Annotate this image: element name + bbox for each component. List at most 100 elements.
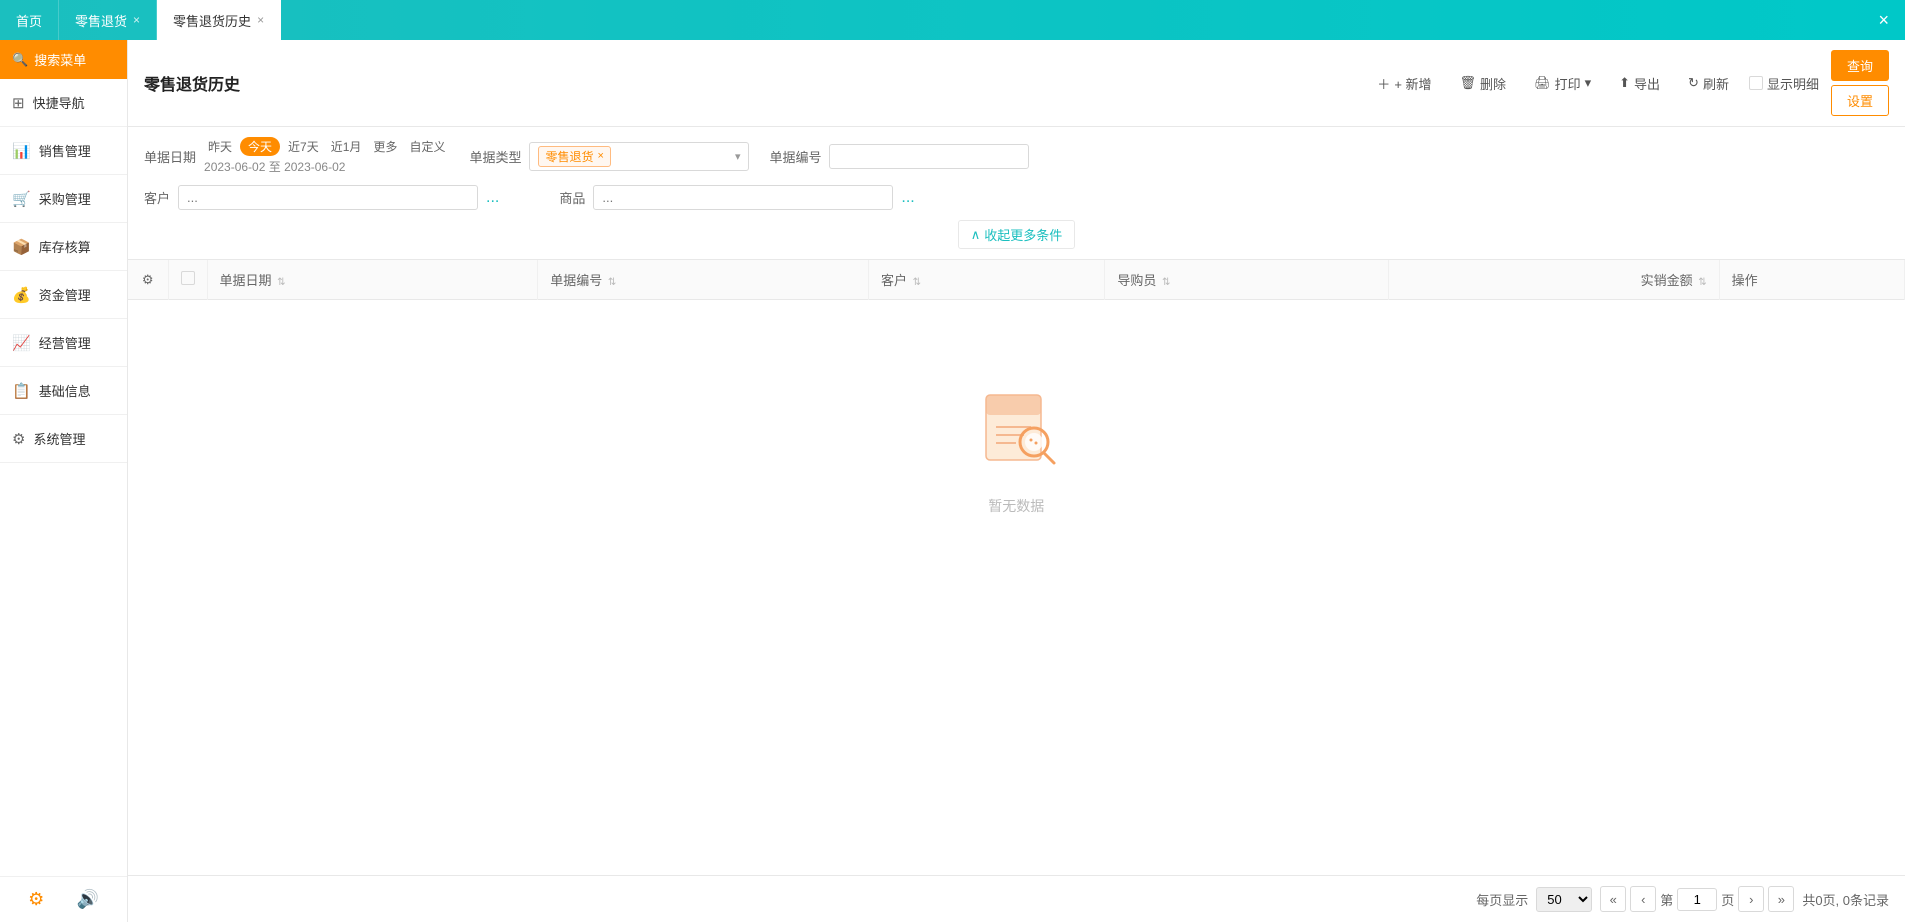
settings-button[interactable]: 设置 [1831,85,1889,116]
empty-state-illustration [966,380,1066,480]
sidebar-item-finance[interactable]: 💰 资金管理 [0,271,127,319]
sidebar-search[interactable]: 🔍 搜索菜单 [0,40,127,79]
next-page-button[interactable]: › [1738,886,1764,912]
sort-amount-icon: ⇅ [1698,277,1706,288]
sidebar-item-inventory[interactable]: 📦 库存核算 [0,223,127,271]
prev-page-button[interactable]: ‹ [1630,886,1656,912]
col-doc-no[interactable]: 单据编号 ⇅ [538,260,869,300]
print-icon: 🖨 [1534,75,1551,91]
col-operation: 操作 [1719,260,1904,300]
col-amount-label: 实销金额 [1641,273,1693,288]
doc-no-filter-item: 单据编号 [769,144,1029,169]
checkbox-display-detail[interactable] [1749,76,1763,90]
doc-type-filter-item: 单据类型 零售退货 × ▾ [469,142,749,171]
data-table: ⚙ 单据日期 ⇅ 单据编号 ⇅ [128,260,1905,596]
empty-state: 暂无数据 [128,300,1905,596]
window-close-button[interactable]: × [1862,10,1905,31]
display-detail-toggle[interactable]: 显示明细 [1749,74,1819,93]
col-operation-label: 操作 [1732,273,1758,288]
audio-icon[interactable]: 🔊 [76,889,98,910]
sidebar-item-inventory-label: 库存核算 [39,237,91,256]
first-page-button[interactable]: « [1600,886,1626,912]
sort-doc-date-icon: ⇅ [277,277,285,288]
table-header-row: ⚙ 单据日期 ⇅ 单据编号 ⇅ [128,260,1905,300]
doc-type-select[interactable]: 零售退货 × ▾ [529,142,749,171]
page-title: 零售退货历史 [144,71,240,95]
sidebar-item-basic-info[interactable]: 📋 基础信息 [0,367,127,415]
col-doc-date[interactable]: 单据日期 ⇅ [207,260,538,300]
col-guide[interactable]: 导购员 ⇅ [1105,260,1389,300]
sort-customer-icon: ⇅ [913,277,921,288]
col-checkbox [168,260,207,300]
empty-state-text: 暂无数据 [988,496,1044,516]
date-btn-custom[interactable]: 自定义 [405,137,449,156]
sidebar-item-sys-mgmt[interactable]: ⚙ 系统管理 [0,415,127,463]
chart-icon: 📊 [12,142,31,160]
col-doc-no-label: 单据编号 [550,273,602,288]
print-label: 打印 [1555,74,1581,93]
pagination-nav: « ‹ 第 1 页 › » [1600,886,1794,912]
page-label-pre: 第 [1660,890,1673,909]
sidebar-bottom: ⚙ 🔊 [0,876,127,922]
delete-icon: 🗑 [1460,75,1477,91]
doc-no-label: 单据编号 [769,147,821,166]
tab-retail-return-close[interactable]: × [133,13,140,27]
customer-dots-btn[interactable]: ... [486,189,499,207]
collapse-label: 收起更多条件 [984,225,1062,244]
money-icon: 💰 [12,286,31,304]
export-button[interactable]: ⬆ 导出 [1611,70,1668,97]
page-number-input[interactable]: 1 [1677,888,1717,911]
col-settings[interactable]: ⚙ [128,260,168,300]
sidebar-item-quick-nav[interactable]: ⊞ 快捷导航 [0,79,127,127]
gear-icon: ⚙ [12,430,25,448]
delete-button[interactable]: 🗑 删除 [1452,70,1515,97]
date-btn-7days[interactable]: 近7天 [284,137,323,156]
delete-label: 删除 [1480,74,1506,93]
collapse-filter-button[interactable]: ∧ 收起更多条件 [958,220,1076,249]
doc-no-input[interactable] [829,144,1029,169]
doc-type-label: 单据类型 [469,147,521,166]
customer-input[interactable] [178,185,478,210]
tab-retail-return-history[interactable]: 零售退货历史 × [157,0,281,40]
trending-icon: 📈 [12,334,31,352]
add-button[interactable]: ＋ + 新增 [1369,70,1439,97]
sidebar-item-purchase-mgmt[interactable]: 🛒 采购管理 [0,175,127,223]
sidebar-item-sales-mgmt-label: 销售管理 [39,141,91,160]
doc-type-tag-remove[interactable]: × [597,150,603,162]
date-btn-1month[interactable]: 近1月 [327,137,366,156]
date-btn-group: 昨天 今天 近7天 近1月 更多 自定义 [204,137,449,156]
col-customer[interactable]: 客户 ⇅ [869,260,1105,300]
sort-doc-no-icon: ⇅ [608,277,616,288]
sidebar-item-operations[interactable]: 📈 经营管理 [0,319,127,367]
table-settings-icon[interactable]: ⚙ [142,272,154,287]
date-btn-more[interactable]: 更多 [369,137,401,156]
goods-label: 商品 [559,188,585,207]
goods-input[interactable] [593,185,893,210]
query-button[interactable]: 查询 [1831,50,1889,81]
tab-retail-return-history-label: 零售退货历史 [173,11,251,30]
doc-type-tag: 零售退货 × [538,146,610,167]
cart-icon: 🛒 [12,190,31,208]
print-button[interactable]: 🖨 打印 ▾ [1526,70,1599,97]
col-doc-date-label: 单据日期 [220,273,272,288]
refresh-button[interactable]: ↻ 刷新 [1680,70,1737,97]
table-area: ⚙ 单据日期 ⇅ 单据编号 ⇅ [128,260,1905,875]
select-all-checkbox[interactable] [181,271,195,285]
tab-home[interactable]: 首页 [0,0,59,40]
page-size-label: 每页显示 [1476,890,1528,909]
top-bar: 首页 零售退货 × 零售退货历史 × × [0,0,1905,40]
settings-bottom-icon[interactable]: ⚙ [28,889,44,910]
goods-dots-btn[interactable]: ... [901,189,914,207]
col-guide-label: 导购员 [1117,273,1156,288]
sidebar-item-sales-mgmt[interactable]: 📊 销售管理 [0,127,127,175]
total-records-info: 共0页, 0条记录 [1802,890,1889,909]
date-btn-yesterday[interactable]: 昨天 [204,137,236,156]
page-size-select[interactable]: 20 50 100 [1536,887,1592,912]
tab-retail-return[interactable]: 零售退货 × [59,0,157,40]
last-page-button[interactable]: » [1768,886,1794,912]
date-btn-today[interactable]: 今天 [240,137,280,156]
col-amount[interactable]: 实销金额 ⇅ [1388,260,1719,300]
tab-retail-return-history-close[interactable]: × [257,13,264,27]
date-range-display: 2023-06-02 至 2023-06-02 [204,158,449,175]
tab-list: 首页 零售退货 × 零售退货历史 × [0,0,1862,40]
